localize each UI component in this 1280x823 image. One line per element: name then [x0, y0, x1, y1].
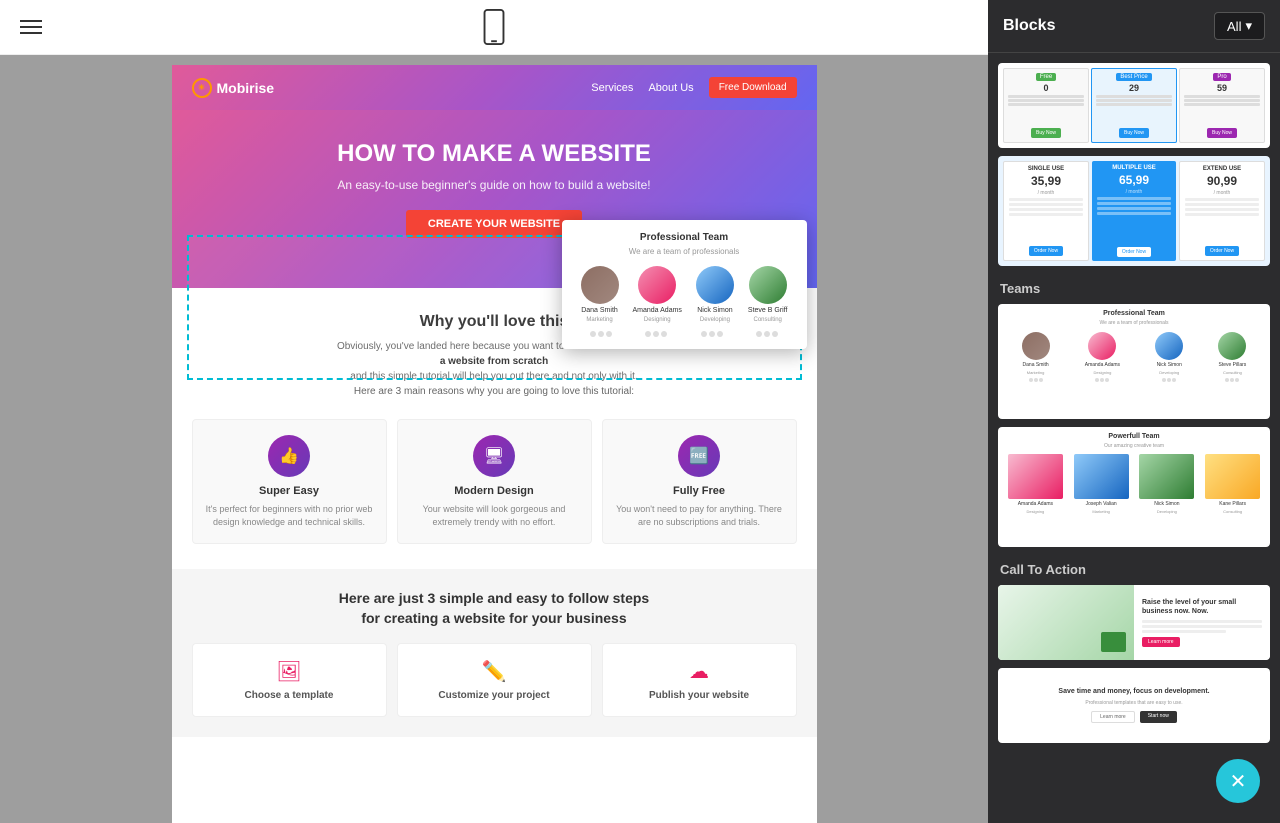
teams-preview-1: Professional Team We are a team of profe…: [998, 304, 1270, 419]
site-logo: ☀ Mobirise: [192, 78, 275, 98]
team-popup: Professional Team We are a team of profe…: [562, 220, 807, 349]
step-icon-2: ✏️: [408, 659, 581, 684]
step-label-1: Choose a template: [203, 690, 376, 701]
pricing-section: Free 0 Buy Now Best Price 29 Buy Now Pro…: [998, 63, 1270, 266]
hero-title: HOW TO MAKE A WEBSITE: [192, 140, 797, 168]
team-avatar-1: [581, 266, 619, 304]
feature-title-3: Fully Free: [613, 485, 786, 497]
team-role-3: Developing: [700, 317, 730, 323]
hamburger-menu[interactable]: [20, 20, 42, 34]
team-member-3: Nick Simon Developing: [696, 266, 734, 323]
pricing-block-2[interactable]: SINGLE USE 35,99 / month Order Now MULTI…: [998, 156, 1270, 266]
step-icon-1: 🖼: [203, 659, 376, 684]
team-block-professional[interactable]: Professional Team We are a team of profe…: [998, 304, 1270, 419]
feature-desc-2: Your website will look gorgeous and extr…: [408, 503, 581, 528]
pricing-col-pro: Pro 59 Buy Now: [1179, 68, 1265, 143]
sidebar-filter-btn[interactable]: All ▾: [1214, 12, 1265, 40]
pricing-block-1[interactable]: Free 0 Buy Now Best Price 29 Buy Now Pro…: [998, 63, 1270, 148]
fully-free-icon: 🆓: [678, 435, 720, 477]
cta-block-1[interactable]: Raise the level of your small business n…: [998, 585, 1270, 660]
team-social-row: [574, 331, 795, 337]
team-role-1: Marketing: [586, 317, 612, 323]
team-member-2: Amanda Adams Designing: [633, 266, 682, 323]
steps-title: Here are just 3 simple and easy to follo…: [192, 589, 797, 628]
teams-section-title: Teams: [998, 281, 1270, 296]
cta-section-title: Call To Action: [998, 562, 1270, 577]
cta2-btn-solid: Start now: [1140, 711, 1177, 723]
team-name-3: Nick Simon: [697, 307, 732, 314]
pricing-col-paid: Best Price 29 Buy Now: [1091, 68, 1177, 143]
cta-preview-1: Raise the level of your small business n…: [998, 585, 1270, 660]
feature-title-1: Super Easy: [203, 485, 376, 497]
team-popup-subtitle: We are a team of professionals: [574, 247, 795, 256]
social-dots-4: [756, 331, 778, 337]
top-bar: [0, 0, 988, 55]
close-button[interactable]: ✕: [1216, 759, 1260, 803]
step-icon-3: ☁: [613, 659, 786, 684]
nav-cta-btn[interactable]: Free Download: [709, 77, 797, 98]
step-choose-template: 🖼 Choose a template: [192, 643, 387, 717]
step-label-2: Customize your project: [408, 690, 581, 701]
cta-text-side: Raise the level of your small business n…: [1134, 585, 1270, 660]
nav-services[interactable]: Services: [591, 82, 633, 94]
hero-subtitle: An easy-to-use beginner's guide on how t…: [192, 178, 797, 192]
site-nav-links: Services About Us Free Download: [591, 77, 796, 98]
team-popup-title: Professional Team: [574, 232, 795, 243]
nav-about[interactable]: About Us: [648, 82, 693, 94]
steps-section: Here are just 3 simple and easy to follo…: [172, 569, 817, 737]
hero-cta-btn[interactable]: CREATE YOUR WEBSITE: [406, 210, 582, 238]
team-avatar-2: [638, 266, 676, 304]
cta2-btn-outline: Learn more: [1091, 711, 1135, 723]
steps-grid: 🖼 Choose a template ✏️ Customize your pr…: [192, 643, 797, 717]
logo-icon: ☀: [192, 78, 212, 98]
team-name-2: Amanda Adams: [633, 307, 682, 314]
team-member-4: Steve B Griff Consulting: [748, 266, 788, 323]
team-role-2: Designing: [644, 317, 671, 323]
feature-desc-3: You won't need to pay for anything. Ther…: [613, 503, 786, 528]
feature-modern-design: 🖥 Modern Design Your website will look g…: [397, 419, 592, 544]
preview-container: ☀ Mobirise Services About Us Free Downlo…: [0, 55, 988, 823]
mobile-preview-icon[interactable]: [482, 9, 506, 45]
team-popup-members: Dana Smith Marketing Amanda Adams Design…: [574, 266, 795, 323]
feature-super-easy: 👍 Super Easy It's perfect for beginners …: [192, 419, 387, 544]
teams-block-section: Teams Professional Team We are a team of…: [998, 281, 1270, 547]
feature-desc-1: It's perfect for beginners with no prior…: [203, 503, 376, 528]
website-preview: ☀ Mobirise Services About Us Free Downlo…: [172, 65, 817, 823]
feature-fully-free: 🆓 Fully Free You won't need to pay for a…: [602, 419, 797, 544]
sidebar-header: Blocks All ▾: [988, 0, 1280, 53]
modern-design-icon: 🖥: [473, 435, 515, 477]
cta-block-section: Call To Action Raise the level of your s…: [998, 562, 1270, 743]
social-dots-3: [701, 331, 723, 337]
team-name-4: Steve B Griff: [748, 307, 788, 314]
team-role-4: Consulting: [754, 317, 782, 323]
right-sidebar: Blocks All ▾ Free 0 Buy Now Best Price: [988, 0, 1280, 823]
super-easy-icon: 👍: [268, 435, 310, 477]
team-member-1: Dana Smith Marketing: [581, 266, 619, 323]
social-dots-2: [645, 331, 667, 337]
sidebar-content: Free 0 Buy Now Best Price 29 Buy Now Pro…: [988, 53, 1280, 823]
step-label-3: Publish your website: [613, 690, 786, 701]
cta-btn-1: Learn more: [1142, 637, 1180, 647]
social-dots-1: [590, 331, 612, 337]
teams-preview-2: Powerfull Team Our amazing creative team…: [998, 427, 1270, 547]
step-customize: ✏️ Customize your project: [397, 643, 592, 717]
feature-title-2: Modern Design: [408, 485, 581, 497]
pricing-col-free: Free 0 Buy Now: [1003, 68, 1089, 143]
features-grid: 👍 Super Easy It's perfect for beginners …: [192, 419, 797, 544]
step-publish: ☁ Publish your website: [602, 643, 797, 717]
cta-preview-2: Save time and money, focus on developmen…: [998, 668, 1270, 743]
team-name-1: Dana Smith: [581, 307, 618, 314]
sidebar-title: Blocks: [1003, 17, 1055, 35]
cta-image: [998, 585, 1134, 660]
team-block-powerful[interactable]: Powerfull Team Our amazing creative team…: [998, 427, 1270, 547]
team-avatar-4: [749, 266, 787, 304]
cta-block-2[interactable]: Save time and money, focus on developmen…: [998, 668, 1270, 743]
site-navbar: ☀ Mobirise Services About Us Free Downlo…: [172, 65, 817, 110]
main-area: ☀ Mobirise Services About Us Free Downlo…: [0, 0, 988, 823]
team-avatar-3: [696, 266, 734, 304]
